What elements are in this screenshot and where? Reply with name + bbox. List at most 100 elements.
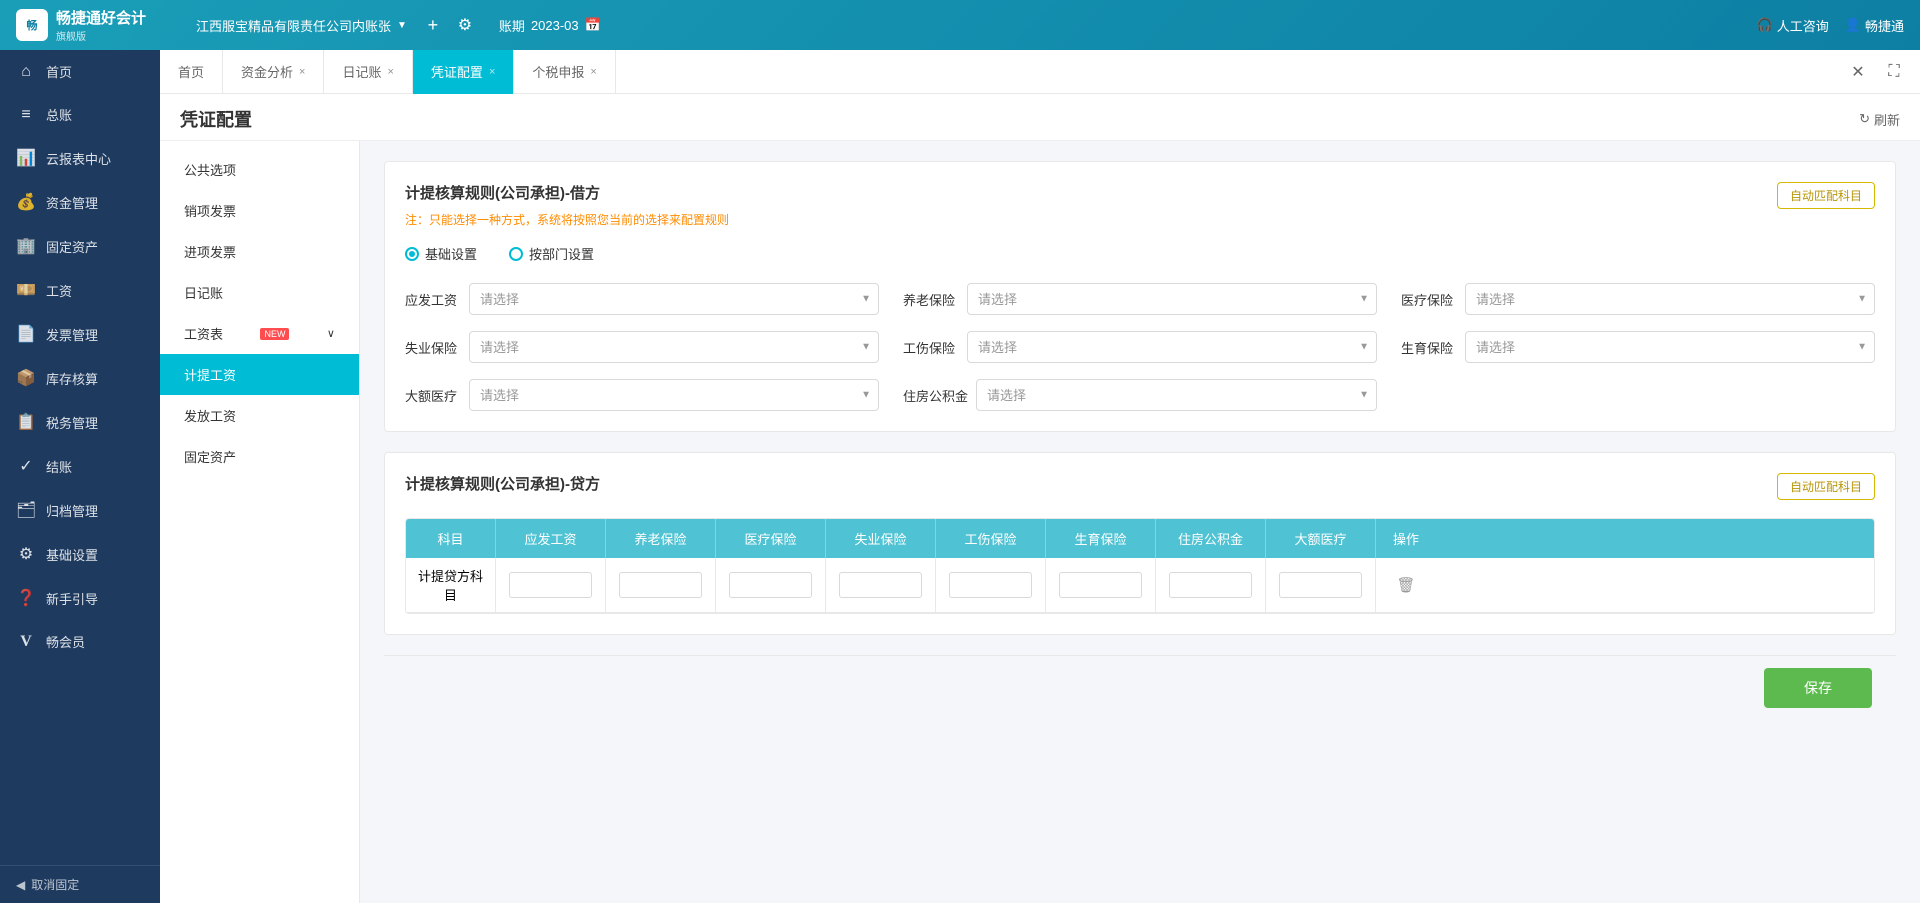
pin-icon: ◀ [16, 878, 25, 892]
left-menu-payroll-payment-label: 发放工资 [184, 409, 236, 424]
sidebar-item-ledger[interactable]: ≡ 总账 [0, 93, 160, 136]
close-tab-button[interactable]: ✕ [1844, 58, 1872, 86]
select-injury[interactable]: 请选择 [967, 331, 1377, 363]
cancel-fixed-button[interactable]: ◀ 取消固定 [0, 865, 160, 903]
sidebar-item-reports[interactable]: 📊 云报表中心 [0, 136, 160, 180]
sidebar-item-home[interactable]: ⌂ 首页 [0, 50, 160, 93]
radio-basic-settings[interactable]: 基础设置 [405, 244, 477, 263]
company-selector[interactable]: 江西服宝精品有限责任公司内账张 ▼ [196, 16, 407, 35]
sidebar-label-ledger: 总账 [46, 105, 72, 124]
select-maternity[interactable]: 请选择 [1465, 331, 1875, 363]
tab-actions: ✕ ⛶ [1844, 58, 1920, 86]
new-badge: NEW [260, 328, 289, 340]
sidebar-item-tax[interactable]: 📋 税务管理 [0, 400, 160, 444]
field-maternity: 生育保险 请选择 ▼ [1401, 331, 1875, 363]
consultation-button[interactable]: 🎧 人工咨询 [1757, 16, 1829, 35]
label-large-medical: 大额医疗 [405, 386, 461, 405]
field-unemployment: 失业保险 请选择 ▼ [405, 331, 879, 363]
section-debit-title: 计提核算规则(公司承担)-借方 [405, 182, 729, 203]
left-menu-public[interactable]: 公共选项 [160, 149, 359, 190]
tab-fund-analysis-close[interactable]: × [299, 66, 305, 78]
left-menu-payroll-payment[interactable]: 发放工资 [160, 395, 359, 436]
input-housing[interactable] [1169, 572, 1253, 598]
sidebar-item-salary[interactable]: 💴 工资 [0, 268, 160, 312]
inventory-icon: 📦 [16, 368, 36, 388]
tab-journal-close[interactable]: × [387, 66, 393, 78]
col-pension: 养老保险 [606, 519, 716, 558]
input-pension[interactable] [619, 572, 703, 598]
refresh-button[interactable]: ↻ 刷新 [1859, 110, 1900, 129]
header-actions: 🎧 人工咨询 👤 畅捷通 [1757, 16, 1904, 35]
auto-match-credit-button[interactable]: 自动匹配科目 [1777, 473, 1875, 500]
sidebar-item-archive[interactable]: 🗂 归档管理 [0, 488, 160, 532]
tab-tax-filing[interactable]: 个税申报 × [514, 50, 615, 94]
input-unemployment[interactable] [839, 572, 923, 598]
left-menu-purchase-invoice-label: 进项发票 [184, 245, 236, 260]
calendar-icon[interactable]: 📅 [585, 17, 601, 33]
left-menu-fixed-assets-label: 固定资产 [184, 450, 236, 465]
sidebar-item-assets[interactable]: 🏢 固定资产 [0, 224, 160, 268]
select-wrapper-large-medical: 请选择 ▼ [469, 379, 879, 411]
sidebar-item-funds[interactable]: 💰 资金管理 [0, 180, 160, 224]
input-maternity[interactable] [1059, 572, 1143, 598]
sidebar-item-guide[interactable]: ❓ 新手引导 [0, 576, 160, 620]
settings-sidebar-icon: ⚙ [16, 544, 36, 564]
tab-fund-analysis[interactable]: 资金分析 × [223, 50, 324, 94]
select-wrapper-payroll: 请选择 ▼ [469, 283, 879, 315]
tab-home[interactable]: 首页 [160, 50, 223, 94]
sidebar-item-member[interactable]: V 畅会员 [0, 620, 160, 663]
cell-subject-label: 计提贷方科目 [406, 558, 496, 612]
tab-fund-analysis-label: 资金分析 [241, 62, 293, 81]
tab-journal[interactable]: 日记账 × [324, 50, 412, 94]
col-action: 操作 [1376, 519, 1436, 558]
radio-dept-settings[interactable]: 按部门设置 [509, 244, 594, 263]
left-menu-payroll-table-label: 工资表 [184, 324, 223, 343]
left-menu-journal[interactable]: 日记账 [160, 272, 359, 313]
settings-icon[interactable]: ⚙ [451, 11, 479, 39]
sidebar-label-guide: 新手引导 [46, 589, 98, 608]
sidebar-item-invoice[interactable]: 📄 发票管理 [0, 312, 160, 356]
select-wrapper-maternity: 请选择 ▼ [1465, 331, 1875, 363]
left-menu-payroll-accrual[interactable]: 计提工资 [160, 354, 359, 395]
save-button[interactable]: 保存 [1764, 668, 1872, 708]
select-payroll[interactable]: 请选择 [469, 283, 879, 315]
expand-tab-button[interactable]: ⛶ [1880, 58, 1908, 86]
company-name: 江西服宝精品有限责任公司内账张 [196, 16, 391, 35]
select-pension[interactable]: 请选择 [967, 283, 1377, 315]
select-housing[interactable]: 请选择 [976, 379, 1377, 411]
left-menu-sales-invoice[interactable]: 销项发票 [160, 190, 359, 231]
user-button[interactable]: 👤 畅捷通 [1845, 16, 1904, 35]
table-row: 计提贷方科目 [406, 558, 1874, 613]
add-button[interactable]: + [419, 11, 447, 39]
sidebar-label-salary: 工资 [46, 281, 72, 300]
input-medical[interactable] [729, 572, 813, 598]
input-injury[interactable] [949, 572, 1033, 598]
cell-action[interactable]: 🗑 [1376, 558, 1436, 612]
assets-icon: 🏢 [16, 236, 36, 256]
select-large-medical[interactable]: 请选择 [469, 379, 879, 411]
tab-tax-filing-close[interactable]: × [590, 66, 596, 78]
sidebar-item-close[interactable]: ✓ 结账 [0, 444, 160, 488]
input-payroll[interactable] [509, 572, 593, 598]
credit-table: 科目 应发工资 养老保险 医疗保险 失业保险 工伤保险 生育保险 住房公积金 大… [405, 518, 1875, 614]
auto-match-debit-button[interactable]: 自动匹配科目 [1777, 182, 1875, 209]
select-unemployment[interactable]: 请选择 [469, 331, 879, 363]
select-medical[interactable]: 请选择 [1465, 283, 1875, 315]
field-medical: 医疗保险 请选择 ▼ [1401, 283, 1875, 315]
left-menu-purchase-invoice[interactable]: 进项发票 [160, 231, 359, 272]
left-menu-payroll-table[interactable]: 工资表 NEW ∨ [160, 313, 359, 354]
tab-voucher-config[interactable]: 凭证配置 × [413, 50, 514, 94]
tab-voucher-config-close[interactable]: × [489, 66, 495, 78]
left-menu-fixed-assets[interactable]: 固定资产 [160, 436, 359, 477]
section-debit: 计提核算规则(公司承担)-借方 注：只能选择一种方式，系统将按照您当前的选择来配… [384, 161, 1896, 432]
home-icon: ⌂ [16, 63, 36, 81]
input-large-medical[interactable] [1279, 572, 1363, 598]
field-injury: 工伤保险 请选择 ▼ [903, 331, 1377, 363]
col-payroll: 应发工资 [496, 519, 606, 558]
select-wrapper-injury: 请选择 ▼ [967, 331, 1377, 363]
top-header: 畅 畅捷通好会计 旗舰版 江西服宝精品有限责任公司内账张 ▼ + ⚙ 账期 20… [0, 0, 1920, 50]
left-menu: 公共选项 销项发票 进项发票 日记账 工资表 NEW ∨ 计提工资 [160, 141, 360, 903]
section-debit-title-area: 计提核算规则(公司承担)-借方 注：只能选择一种方式，系统将按照您当前的选择来配… [405, 182, 729, 244]
sidebar-item-inventory[interactable]: 📦 库存核算 [0, 356, 160, 400]
sidebar-item-settings[interactable]: ⚙ 基础设置 [0, 532, 160, 576]
